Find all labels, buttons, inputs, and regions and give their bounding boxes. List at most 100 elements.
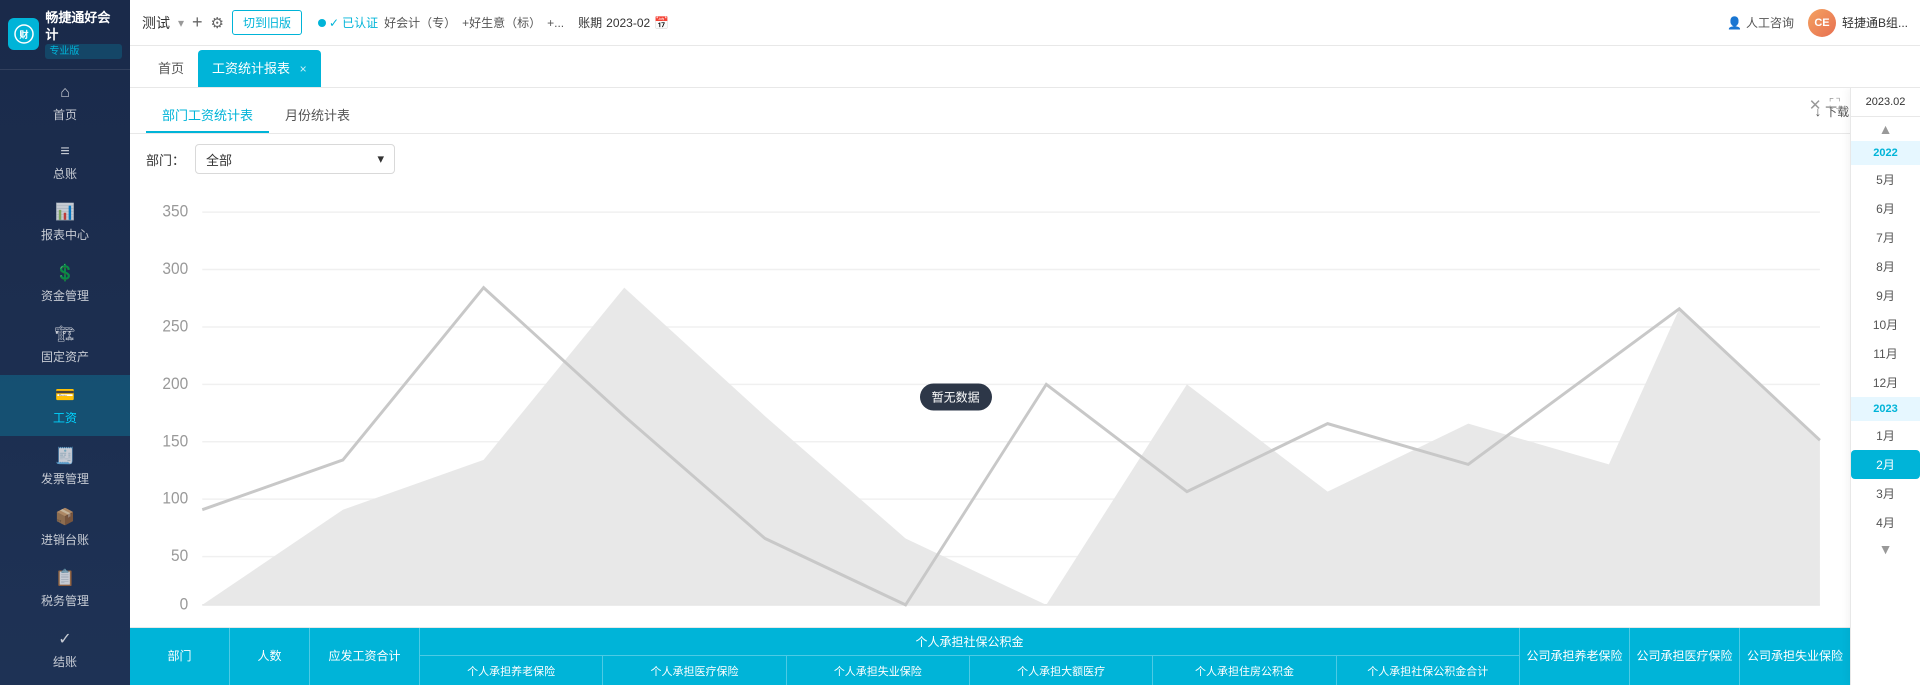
salary-chart: 350 300 250 200 150 100 50 0 (146, 194, 1834, 617)
content-top-right: ✕ ⛶ (1809, 96, 1840, 114)
invoice-icon: 🧾 (55, 446, 75, 466)
date-nav-down-button[interactable]: ▼ (1851, 537, 1920, 561)
date-may[interactable]: 5月 (1851, 165, 1920, 194)
th-count: 人数 (230, 628, 310, 685)
user-menu[interactable]: CE 轻捷通B组... (1808, 9, 1908, 37)
date-jan[interactable]: 1月 (1851, 421, 1920, 450)
switch-version-button[interactable]: 切到旧版 (232, 10, 302, 35)
gear-icon[interactable]: ⚙ (211, 14, 224, 32)
logo-text: 畅捷通好会计 专业版 (45, 10, 122, 59)
help-icon: 👤 (1727, 16, 1742, 30)
salary-icon: 💳 (55, 385, 75, 405)
tab-close-button[interactable]: × (300, 62, 307, 76)
tab-salary-report[interactable]: 工资统计报表 × (198, 50, 321, 87)
product-more: +... (547, 16, 564, 30)
ledger-icon: ≡ (60, 143, 69, 161)
date-oct[interactable]: 10月 (1851, 310, 1920, 339)
period-display: 账期 2023-02 📅 (578, 14, 669, 31)
dept-select[interactable]: 全部 ▾ (195, 144, 395, 174)
svg-text:50: 50 (171, 547, 188, 566)
date-feb[interactable]: 2月 (1851, 450, 1920, 479)
th-personal-medical: 个人承担医疗保险 (603, 656, 786, 685)
date-jul[interactable]: 7月 (1851, 223, 1920, 252)
add-button[interactable]: + (192, 12, 203, 33)
th-dept: 部门 (130, 628, 230, 685)
date-sep[interactable]: 9月 (1851, 281, 1920, 310)
filter-bar: 部门： 全部 ▾ (130, 134, 1920, 184)
svg-text:150: 150 (162, 432, 188, 451)
th-group-cols: 个人承担养老保险 个人承担医疗保险 个人承担失业保险 个人承担大额医疗 个人承担… (420, 656, 1519, 685)
close-panel-button[interactable]: ✕ (1809, 96, 1822, 114)
tab-home[interactable]: 首页 (144, 50, 198, 87)
date-jun[interactable]: 6月 (1851, 194, 1920, 223)
sidebar-nav: ⌂ 首页 ≡ 总账 📊 报表中心 💲 资金管理 🏗 固定资产 💳 工资 🧾 发票… (0, 70, 130, 685)
date-picker-panel: 2023.02 ▲ 2022 5月 6月 7月 8月 9月 10月 11月 12… (1850, 88, 1920, 685)
th-total-salary: 应发工资合计 (310, 628, 420, 685)
funds-icon: 💲 (55, 263, 75, 283)
svg-text:财: 财 (18, 29, 28, 40)
sub-tab-monthly[interactable]: 月份统计表 (269, 98, 366, 133)
sidebar-logo: 财 畅捷通好会计 专业版 (0, 0, 130, 70)
date-aug[interactable]: 8月 (1851, 252, 1920, 281)
sidebar-item-assets[interactable]: 🏗 固定资产 (0, 314, 130, 375)
username: 轻捷通B组... (1842, 14, 1908, 31)
sub-tabs: 部门工资统计表 月份统计表 (146, 98, 366, 133)
th-personal-housing: 个人承担住房公积金 (1153, 656, 1336, 685)
tax-icon: 📋 (55, 568, 75, 588)
top-bar-right: 👤 人工咨询 CE 轻捷通B组... (1727, 9, 1908, 37)
svg-text:100: 100 (162, 489, 188, 508)
filter-label: 部门： (146, 150, 185, 169)
main-area: 测试 ▾ + ⚙ 切到旧版 ✓ 已认证 好会计（专） +好生意（标） +... … (130, 0, 1920, 685)
content-area: ✕ ⛶ 部门工资统计表 月份统计表 ↓ 下载 ↺ 刷新 (130, 88, 1920, 685)
sidebar: 财 畅捷通好会计 专业版 ⌂ 首页 ≡ 总账 📊 报表中心 💲 资金管理 🏗 固… (0, 0, 130, 685)
sidebar-item-reports[interactable]: 📊 报表中心 (0, 192, 130, 253)
tab-bar: 首页 工资统计报表 × (130, 46, 1920, 88)
date-2023-label: 2023 (1851, 397, 1920, 421)
product-label: 好会计（专） (384, 14, 456, 31)
status-dot (318, 19, 326, 27)
svg-text:0: 0 (180, 595, 189, 614)
date-apr[interactable]: 4月 (1851, 508, 1920, 537)
sidebar-item-stock[interactable]: 📦 进销台账 (0, 497, 130, 558)
th-group-personal: 个人承担社保公积金 个人承担养老保险 个人承担医疗保险 个人承担失业保险 个人承… (420, 628, 1520, 685)
svg-text:300: 300 (162, 260, 188, 279)
logo-icon: 财 (8, 18, 39, 50)
sidebar-item-archive[interactable]: 🗂 归档管理 (0, 680, 130, 685)
dropdown-arrow-icon[interactable]: ▾ (178, 16, 184, 30)
expand-panel-button[interactable]: ⛶ (1829, 96, 1840, 114)
th-company-pension: 公司承担养老保险 (1520, 628, 1630, 685)
certified-badge: ✓ 已认证 (318, 14, 378, 31)
assets-icon: 🏗 (55, 324, 75, 344)
sidebar-item-ledger[interactable]: ≡ 总账 (0, 133, 130, 192)
date-dec[interactable]: 12月 (1851, 368, 1920, 397)
date-nav-up-button[interactable]: ▲ (1851, 117, 1920, 141)
th-company-unemployment: 公司承担失业保险 (1740, 628, 1850, 685)
status-bar: ✓ 已认证 好会计（专） +好生意（标） +... (318, 14, 564, 31)
company-title: 测试 (142, 13, 170, 33)
checkout-icon: ✓ (58, 629, 71, 649)
svg-text:200: 200 (162, 374, 188, 393)
th-personal-unemployment: 个人承担失业保险 (787, 656, 970, 685)
th-group-header: 个人承担社保公积金 (420, 628, 1519, 656)
sub-tab-dept[interactable]: 部门工资统计表 (146, 98, 269, 133)
stock-icon: 📦 (55, 507, 75, 527)
chart-container: 350 300 250 200 150 100 50 0 (130, 184, 1850, 627)
date-nov[interactable]: 11月 (1851, 339, 1920, 368)
sidebar-item-invoice[interactable]: 🧾 发票管理 (0, 436, 130, 497)
calendar-icon[interactable]: 📅 (654, 16, 669, 30)
sidebar-item-label: 首页 (53, 106, 77, 123)
sidebar-item-funds[interactable]: 💲 资金管理 (0, 253, 130, 314)
svg-text:250: 250 (162, 317, 188, 336)
sidebar-item-checkout[interactable]: ✓ 结账 (0, 619, 130, 680)
date-2022-label: 2022 (1851, 141, 1920, 165)
sub-tab-bar: 部门工资统计表 月份统计表 ↓ 下载 ↺ 刷新 (130, 88, 1920, 134)
sidebar-item-home[interactable]: ⌂ 首页 (0, 74, 130, 133)
th-personal-pension: 个人承担养老保险 (420, 656, 603, 685)
sidebar-item-salary[interactable]: 💳 工资 (0, 375, 130, 436)
select-arrow-icon: ▾ (377, 151, 384, 167)
sidebar-item-tax[interactable]: 📋 税务管理 (0, 558, 130, 619)
avatar: CE (1808, 9, 1836, 37)
date-mar[interactable]: 3月 (1851, 479, 1920, 508)
top-bar: 测试 ▾ + ⚙ 切到旧版 ✓ 已认证 好会计（专） +好生意（标） +... … (130, 0, 1920, 46)
help-button[interactable]: 👤 人工咨询 (1727, 14, 1794, 31)
